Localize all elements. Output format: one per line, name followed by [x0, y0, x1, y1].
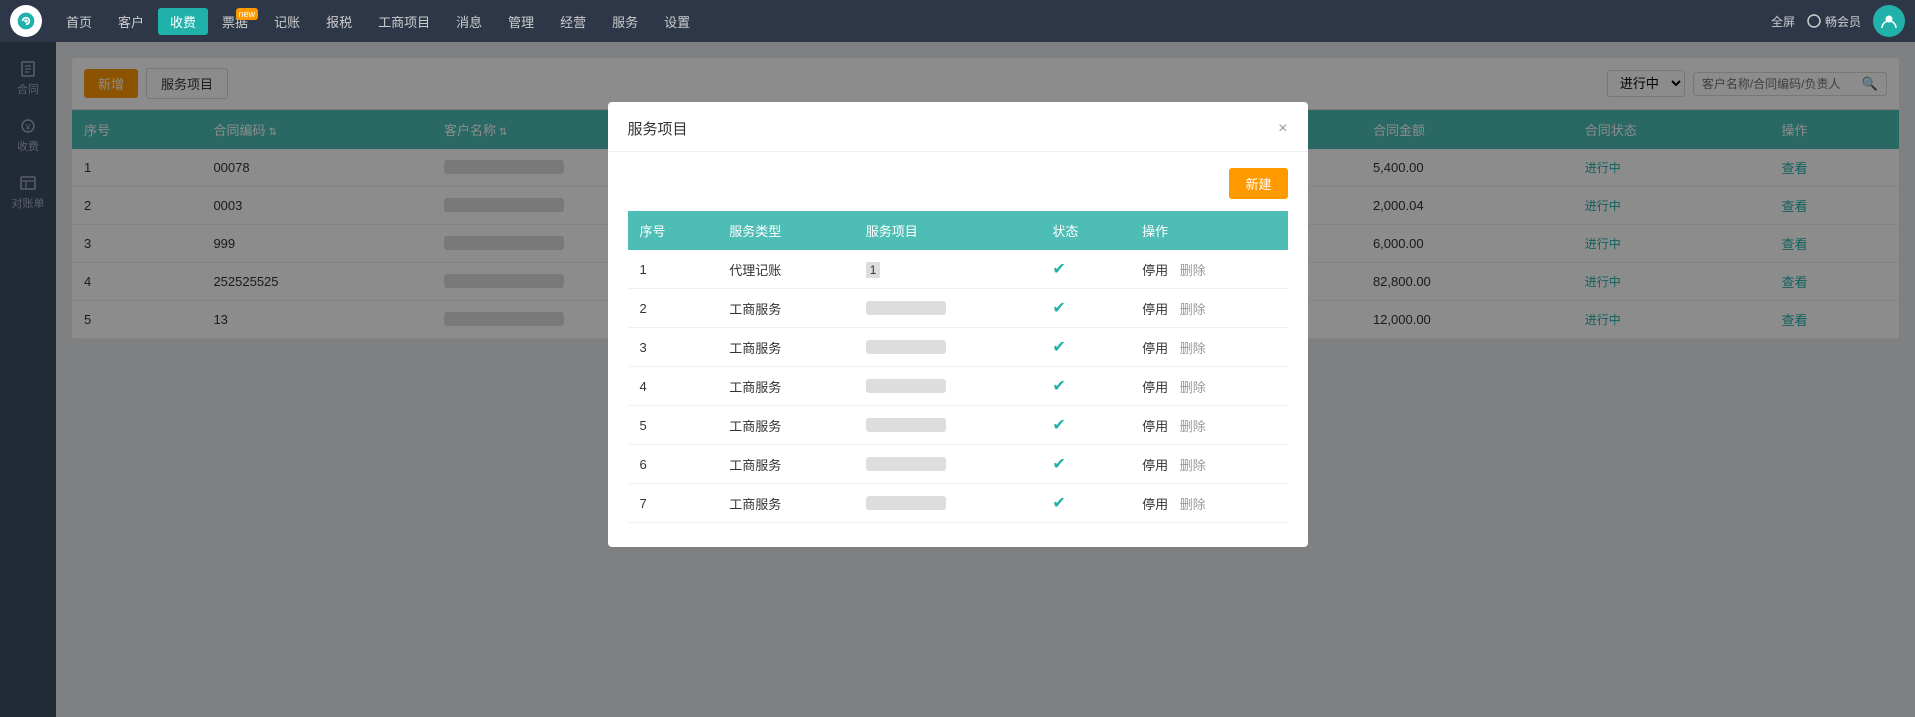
modal-cell-item: 注册	[854, 523, 1041, 532]
nav-bookkeeping[interactable]: 记账	[262, 8, 312, 35]
nav-service[interactable]: 服务	[600, 8, 650, 35]
modal-cell-status: ✔	[1040, 328, 1130, 367]
disable-btn[interactable]: 停用	[1142, 497, 1168, 512]
modal-cell-status: ✔	[1040, 367, 1130, 406]
modal-cell-seq: 6	[628, 445, 718, 484]
modal-cell-status: ✔	[1040, 523, 1130, 532]
modal-toolbar: 新建	[628, 168, 1288, 199]
nav-settings[interactable]: 设置	[652, 8, 702, 35]
member-btn[interactable]: 畅会员	[1807, 13, 1861, 30]
nav-customer[interactable]: 客户	[106, 8, 156, 35]
modal-cell-actions: 停用 删除	[1130, 367, 1287, 406]
disable-btn[interactable]: 停用	[1142, 341, 1168, 356]
disable-btn[interactable]: 停用	[1142, 263, 1168, 278]
modal-cell-actions: 停用 删除	[1130, 250, 1287, 289]
disable-btn[interactable]: 停用	[1142, 380, 1168, 395]
nav-business[interactable]: 工商项目	[366, 8, 442, 35]
modal-cell-actions: 停用 删除	[1130, 484, 1287, 523]
nav-ticket[interactable]: 票据 new	[210, 8, 260, 35]
modal-col-seq: 序号	[628, 211, 718, 250]
modal-close-button[interactable]: ×	[1278, 120, 1287, 138]
modal-table-row: 7 工商服务 ✔ 停用 删除	[628, 484, 1288, 523]
modal-cell-type: 工商服务	[717, 445, 853, 484]
modal-cell-actions: 停用 删除	[1130, 523, 1287, 532]
modal-cell-type: 工商服务	[717, 289, 853, 328]
top-navigation: 首页 客户 收费 票据 new 记账 报税 工商项目 消息 管理 经营 服务 设…	[0, 0, 1915, 42]
delete-btn[interactable]: 删除	[1180, 458, 1206, 473]
delete-btn[interactable]: 删除	[1180, 419, 1206, 434]
modal-col-type: 服务类型	[717, 211, 853, 250]
nav-fee[interactable]: 收费	[158, 8, 208, 35]
modal-cell-seq: 4	[628, 367, 718, 406]
modal-cell-status: ✔	[1040, 289, 1130, 328]
modal-cell-seq: 5	[628, 406, 718, 445]
delete-btn[interactable]: 删除	[1180, 341, 1206, 356]
modal-body: 新建 序号 服务类型 服务项目 状态 操作 1 代理记账 1 ✔	[608, 152, 1308, 547]
modal-table-row: 4 工商服务 ✔ 停用 删除	[628, 367, 1288, 406]
disable-btn[interactable]: 停用	[1142, 419, 1168, 434]
modal-col-status: 状态	[1040, 211, 1130, 250]
nav-manage[interactable]: 管理	[496, 8, 546, 35]
modal-cell-actions: 停用 删除	[1130, 289, 1287, 328]
nav-operation[interactable]: 经营	[548, 8, 598, 35]
delete-btn[interactable]: 删除	[1180, 263, 1206, 278]
modal-cell-seq: 1	[628, 250, 718, 289]
modal-table-row: 6 工商服务 ✔ 停用 删除	[628, 445, 1288, 484]
modal-cell-status: ✔	[1040, 250, 1130, 289]
nav-tax[interactable]: 报税	[314, 8, 364, 35]
modal-cell-status: ✔	[1040, 445, 1130, 484]
nav-menu: 首页 客户 收费 票据 new 记账 报税 工商项目 消息 管理 经营 服务 设…	[54, 8, 1771, 35]
modal-cell-type: 工商服务	[717, 523, 853, 532]
modal-table-row: 2 工商服务 ✔ 停用 删除	[628, 289, 1288, 328]
modal-header: 服务项目 ×	[608, 102, 1308, 152]
modal-new-button[interactable]: 新建	[1229, 168, 1287, 199]
modal-cell-item	[854, 289, 1041, 328]
user-avatar[interactable]	[1873, 5, 1905, 37]
modal-title: 服务项目	[628, 118, 688, 139]
modal-table-row: 1 代理记账 1 ✔ 停用 删除	[628, 250, 1288, 289]
modal-service-table: 序号 服务类型 服务项目 状态 操作 1 代理记账 1 ✔ 停用 删除 2 工商…	[628, 211, 1288, 531]
modal-cell-actions: 停用 删除	[1130, 328, 1287, 367]
modal-col-item: 服务项目	[854, 211, 1041, 250]
modal-table-container: 序号 服务类型 服务项目 状态 操作 1 代理记账 1 ✔ 停用 删除 2 工商…	[628, 211, 1288, 531]
modal-cell-item	[854, 367, 1041, 406]
app-logo	[10, 5, 42, 37]
top-nav-right: 全屏 畅会员	[1771, 5, 1905, 37]
modal-cell-seq: 7	[628, 484, 718, 523]
disable-btn[interactable]: 停用	[1142, 302, 1168, 317]
nav-message[interactable]: 消息	[444, 8, 494, 35]
modal-cell-type: 工商服务	[717, 328, 853, 367]
modal-cell-actions: 停用 删除	[1130, 445, 1287, 484]
delete-btn[interactable]: 删除	[1180, 302, 1206, 317]
modal-cell-item	[854, 445, 1041, 484]
modal-cell-item	[854, 484, 1041, 523]
modal-cell-seq: 8	[628, 523, 718, 532]
fullscreen-btn[interactable]: 全屏	[1771, 13, 1795, 30]
modal-cell-seq: 3	[628, 328, 718, 367]
nav-home[interactable]: 首页	[54, 8, 104, 35]
modal-col-action: 操作	[1130, 211, 1287, 250]
modal-cell-type: 工商服务	[717, 484, 853, 523]
delete-btn[interactable]: 删除	[1180, 380, 1206, 395]
modal-cell-status: ✔	[1040, 484, 1130, 523]
modal-cell-actions: 停用 删除	[1130, 406, 1287, 445]
modal-cell-seq: 2	[628, 289, 718, 328]
modal-cell-item	[854, 406, 1041, 445]
modal-overlay[interactable]: 服务项目 × 新建 序号 服务类型 服务项目 状态 操作	[0, 42, 1915, 717]
new-badge: new	[236, 8, 259, 21]
modal-cell-type: 工商服务	[717, 367, 853, 406]
modal-cell-type: 代理记账	[717, 250, 853, 289]
service-modal: 服务项目 × 新建 序号 服务类型 服务项目 状态 操作	[608, 102, 1308, 547]
modal-table-row: 3 工商服务 ✔ 停用 删除	[628, 328, 1288, 367]
modal-cell-type: 工商服务	[717, 406, 853, 445]
modal-cell-item: 1	[854, 250, 1041, 289]
modal-cell-status: ✔	[1040, 406, 1130, 445]
delete-btn[interactable]: 删除	[1180, 497, 1206, 512]
modal-table-row: 8 工商服务 注册 ✔ 停用 删除	[628, 523, 1288, 532]
modal-cell-item	[854, 328, 1041, 367]
disable-btn[interactable]: 停用	[1142, 458, 1168, 473]
modal-table-row: 5 工商服务 ✔ 停用 删除	[628, 406, 1288, 445]
